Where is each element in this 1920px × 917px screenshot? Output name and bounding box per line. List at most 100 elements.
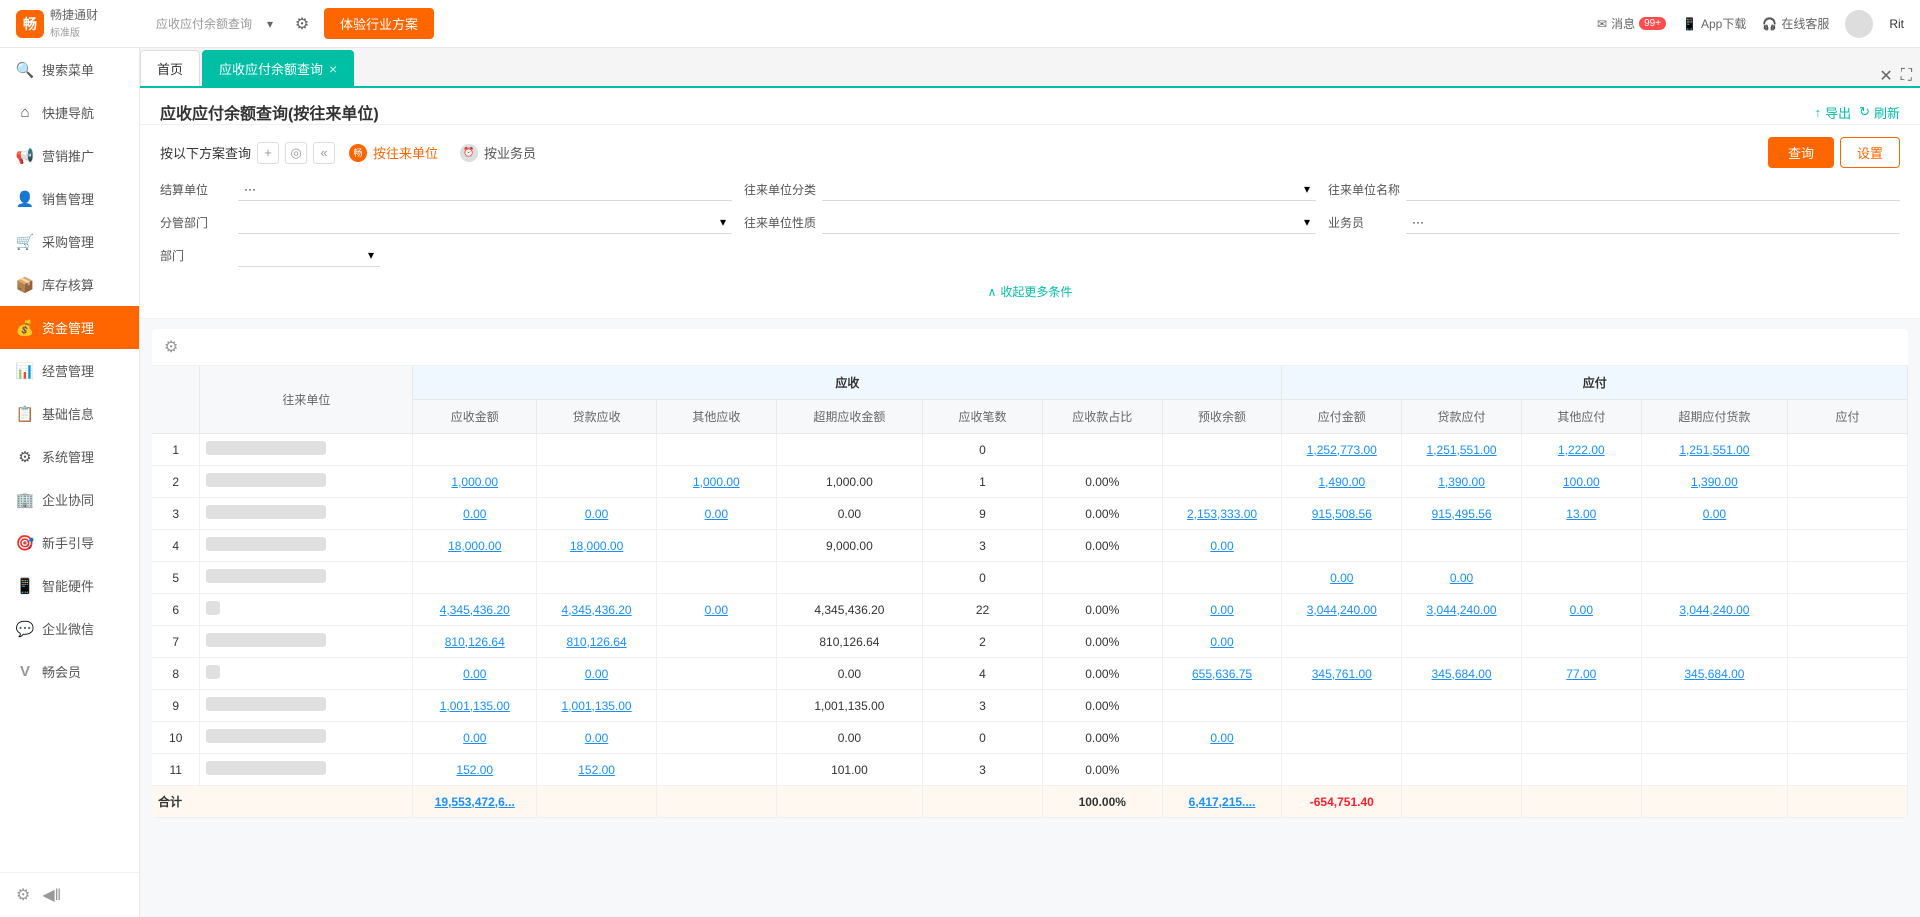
query-button[interactable]: 查询 [1768,137,1834,168]
dept-select[interactable]: ▾ [238,244,380,267]
by-partner-icon: 畅 [349,144,367,162]
cell-ar-amount: 1,001,135.00 [413,690,537,722]
cell-ar-overdue: 0.00 [776,498,922,530]
refresh-btn[interactable]: ↻ 刷新 [1859,103,1900,122]
app-download-label: App下载 [1701,15,1746,32]
sidebar-collapse-icon[interactable]: ◀‖ [42,885,61,905]
filter-option-by-partner[interactable]: 畅 按往来单位 [341,139,446,166]
sidebar-item-inventory[interactable]: 📦 库存核算 [0,263,139,306]
cell-ap-other [1521,562,1641,594]
th-index [152,366,200,434]
filter-option-by-salesman[interactable]: ⏰ 按业务员 [452,139,544,166]
tab-close-btn[interactable]: ✕ [1879,66,1892,86]
online-service-btn[interactable]: 🎧 在线客服 [1762,15,1829,32]
settlement-unit-dots: ··· [244,182,256,196]
cell-ar-loan [537,434,657,466]
sidebar-label-basic-info: 基础信息 [42,404,94,423]
cell-ar-count: 3 [923,690,1043,722]
cell-ar-prepay: 0.00 [1162,626,1282,658]
total-ap-overdue [1641,786,1787,818]
sidebar-item-wechat[interactable]: 💬 企业微信 [0,607,139,650]
cell-ar-amount: 0.00 [413,498,537,530]
logo-badge: 标准版 [50,24,98,39]
cell-ap-loan: 1,251,551.00 [1402,434,1522,466]
cell-ar-overdue: 0.00 [776,722,922,754]
by-salesman-icon: ⏰ [460,144,478,162]
app-download-btn[interactable]: 📱 App下载 [1682,15,1746,32]
filter-collapse-btn[interactable]: « [313,142,335,164]
settings-gear-icon[interactable]: ⚙ [288,10,316,38]
dept-manager-select[interactable]: ▾ [238,211,732,234]
table-gear-icon[interactable]: ⚙ [164,337,178,357]
cell-ar-amount: 4,345,436.20 [413,594,537,626]
message-btn[interactable]: ✉ 消息 99+ [1597,15,1666,32]
cell-ap-more [1788,434,1908,466]
sidebar-item-member[interactable]: V 畅会员 [0,650,139,693]
cell-ar-loan: 0.00 [537,498,657,530]
sidebar-item-quick-nav[interactable]: ⌂ 快捷导航 [0,91,139,134]
cell-ap-overdue [1641,722,1787,754]
salesman-input[interactable]: ··· [1406,211,1900,234]
sidebar-item-operation[interactable]: 📊 经营管理 [0,349,139,392]
sidebar-item-smart-hw[interactable]: 📱 智能硬件 [0,564,139,607]
sidebar-item-purchase[interactable]: 🛒 采购管理 [0,220,139,263]
th-ar-prepay: 预收余额 [1162,400,1282,434]
table-row: 101,252,773.001,251,551.001,222.001,251,… [152,434,1908,466]
cell-ar-ratio: 0.00% [1042,498,1162,530]
tab-ar-ap-label: 应收应付余额查询 [219,59,323,78]
marketing-icon: 📢 [16,147,34,165]
content-area: 应收应付余额查询(按往来单位) ↑ 导出 ↻ 刷新 按以下方案查询 + ◎ « [140,88,1920,917]
cell-idx: 10 [152,722,200,754]
refresh-label: 刷新 [1874,103,1900,122]
cell-ap-loan: 345,684.00 [1402,658,1522,690]
sidebar-label-enterprise: 企业协同 [42,490,94,509]
sidebar-item-system[interactable]: ⚙ 系统管理 [0,435,139,478]
cell-ap-more [1788,722,1908,754]
refresh-icon: ↻ [1859,104,1870,120]
sidebar-item-search-menu[interactable]: 🔍 搜索菜单 [0,48,139,91]
sidebar-item-sales[interactable]: 👤 销售管理 [0,177,139,220]
cell-partner [200,626,413,658]
cell-ar-prepay [1162,690,1282,722]
tab-ar-ap[interactable]: 应收应付余额查询 × [202,50,354,86]
cell-ap-more [1788,626,1908,658]
sidebar-item-marketing[interactable]: 📢 营销推广 [0,134,139,177]
export-btn[interactable]: ↑ 导出 [1815,103,1852,122]
cell-ar-overdue: 9,000.00 [776,530,922,562]
partner-category-select[interactable]: ▾ [822,178,1316,201]
settlement-unit-input[interactable]: ··· [238,178,732,201]
filter-partner-name: 往来单位名称 [1328,178,1900,201]
dept-label: 部门 [160,247,232,264]
cell-ap-amount: 1,490.00 [1282,466,1402,498]
cell-ar-amount: 810,126.64 [413,626,537,658]
partner-nature-select[interactable]: ▾ [822,211,1316,234]
cell-ar-ratio: 0.00% [1042,594,1162,626]
filter-add-btn[interactable]: + [257,142,279,164]
filter-settings-btn[interactable]: ◎ [285,142,307,164]
data-table: 往来单位 应收 应付 应收金额 贷款应收 其他应收 超期应收金额 应收笔数 应收… [152,366,1908,818]
cell-ap-overdue [1641,626,1787,658]
breadcrumb-dropdown-icon[interactable]: ▾ [260,14,280,34]
sidebar-item-basic-info[interactable]: 📋 基础信息 [0,392,139,435]
cell-ar-overdue: 0.00 [776,658,922,690]
guide-icon: 🎯 [16,534,34,552]
cell-ar-loan: 0.00 [537,658,657,690]
partner-name-input[interactable] [1406,178,1900,201]
setting-button[interactable]: 设置 [1840,137,1900,168]
operation-icon: 📊 [16,362,34,380]
trial-btn[interactable]: 体验行业方案 [324,8,434,39]
quick-nav-icon: ⌂ [16,104,34,122]
table-scroll-wrapper[interactable]: 往来单位 应收 应付 应收金额 贷款应收 其他应收 超期应收金额 应收笔数 应收… [152,366,1908,818]
sidebar-label-guide: 新手引导 [42,533,94,552]
cell-ar-prepay: 655,636.75 [1162,658,1282,690]
sidebar-item-enterprise[interactable]: 🏢 企业协同 [0,478,139,521]
sidebar-settings-icon[interactable]: ⚙ [16,885,30,905]
cell-ar-prepay [1162,466,1282,498]
sidebar-item-guide[interactable]: 🎯 新手引导 [0,521,139,564]
tab-expand-btn[interactable]: ⛶ [1901,67,1912,85]
tab-home[interactable]: 首页 [140,50,200,86]
collapse-more-btn[interactable]: ∧ 收起更多条件 [160,277,1900,306]
cell-idx: 9 [152,690,200,722]
sidebar-item-finance[interactable]: 💰 资金管理 [0,306,139,349]
tab-close-icon[interactable]: × [329,62,337,76]
